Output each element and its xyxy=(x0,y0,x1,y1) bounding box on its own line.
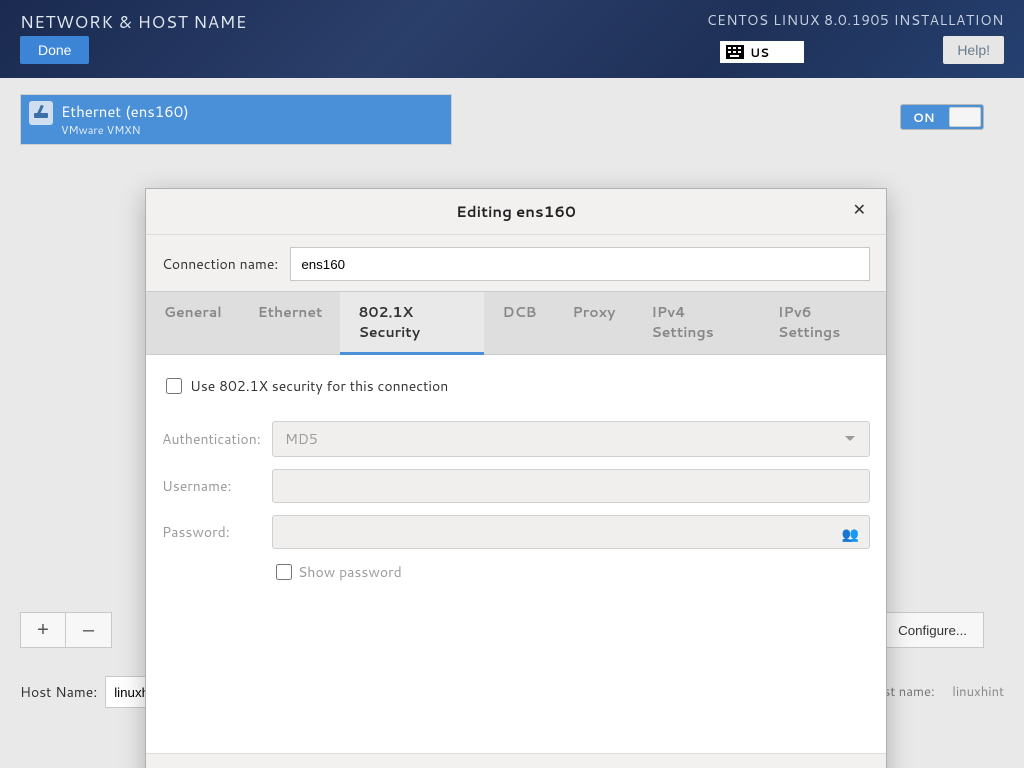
connection-name-row: Connection name: xyxy=(146,235,886,291)
interface-toggle[interactable]: ON xyxy=(900,104,984,130)
tab-ipv6[interactable]: IPv6 Settings xyxy=(760,292,886,354)
show-password-checkbox[interactable] xyxy=(276,564,292,580)
username-row: Username: xyxy=(162,469,870,503)
tab-proxy[interactable]: Proxy xyxy=(554,292,633,354)
username-input[interactable] xyxy=(272,469,870,503)
interface-subtitle: VMware VMXN xyxy=(61,122,441,138)
use-8021x-checkbox[interactable] xyxy=(166,378,182,394)
dialog-actions: Cancel Save xyxy=(146,754,886,768)
password-row: Password: 👥 xyxy=(162,515,870,549)
dialog-title: Editing ens160 xyxy=(456,201,576,222)
top-banner: NETWORK & HOST NAME CENTOS LINUX 8.0.190… xyxy=(0,0,1024,78)
current-hostname-value: linuxhint xyxy=(952,683,1004,701)
page-title: NETWORK & HOST NAME xyxy=(20,10,247,34)
password-input[interactable]: 👥 xyxy=(272,515,870,549)
tab-body-security: Use 802.1X security for this connection … xyxy=(146,355,886,754)
hostname-label: Host Name: xyxy=(20,682,97,702)
authentication-row: Authentication: MD5 xyxy=(162,421,870,457)
toggle-label: ON xyxy=(913,109,935,126)
show-password-label: Show password xyxy=(298,562,402,582)
tab-general[interactable]: General xyxy=(146,292,240,354)
authentication-select[interactable]: MD5 xyxy=(272,421,870,457)
remove-interface-button[interactable]: – xyxy=(66,612,112,648)
use-8021x-row: Use 802.1X security for this connection xyxy=(162,375,870,397)
connection-name-label: Connection name: xyxy=(162,254,278,274)
tab-ethernet[interactable]: Ethernet xyxy=(240,292,341,354)
tab-8021x-security[interactable]: 802.1X Security xyxy=(340,292,484,355)
add-remove-buttons: + – xyxy=(20,612,112,648)
installer-title: CENTOS LINUX 8.0.1905 INSTALLATION xyxy=(707,10,1004,30)
authentication-value: MD5 xyxy=(285,429,318,449)
username-label: Username: xyxy=(162,476,272,496)
interface-item-ens160[interactable]: Ethernet (ens160) VMware VMXN xyxy=(21,95,451,144)
keyboard-layout-indicator[interactable]: US xyxy=(720,41,804,63)
help-button[interactable]: Help! xyxy=(943,36,1004,64)
use-8021x-label: Use 802.1X security for this connection xyxy=(190,376,448,396)
edit-connection-dialog: Editing ens160 ✕ Connection name: Genera… xyxy=(145,188,887,768)
tab-ipv4[interactable]: IPv4 Settings xyxy=(633,292,760,354)
password-users-icon[interactable]: 👥 xyxy=(842,524,859,544)
authentication-label: Authentication: xyxy=(162,429,272,449)
keyboard-icon xyxy=(726,45,744,59)
interface-title: Ethernet (ens160) xyxy=(61,101,441,122)
keyboard-layout-label: US xyxy=(750,44,769,61)
configure-button[interactable]: Configure... xyxy=(881,612,984,648)
dialog-title-bar: Editing ens160 ✕ xyxy=(146,189,886,235)
ethernet-icon xyxy=(29,101,53,125)
interface-list: Ethernet (ens160) VMware VMXN xyxy=(20,94,452,145)
add-interface-button[interactable]: + xyxy=(20,612,66,648)
dialog-tabs: General Ethernet 802.1X Security DCB Pro… xyxy=(146,291,886,355)
done-button[interactable]: Done xyxy=(20,36,89,64)
password-label: Password: xyxy=(162,522,272,542)
show-password-row: Show password xyxy=(272,561,870,583)
tab-dcb[interactable]: DCB xyxy=(484,292,554,354)
content-area: Ethernet (ens160) VMware VMXN ON + – Con… xyxy=(0,78,1024,768)
connection-name-input[interactable] xyxy=(290,247,870,281)
dialog-close-button[interactable]: ✕ xyxy=(847,199,872,221)
